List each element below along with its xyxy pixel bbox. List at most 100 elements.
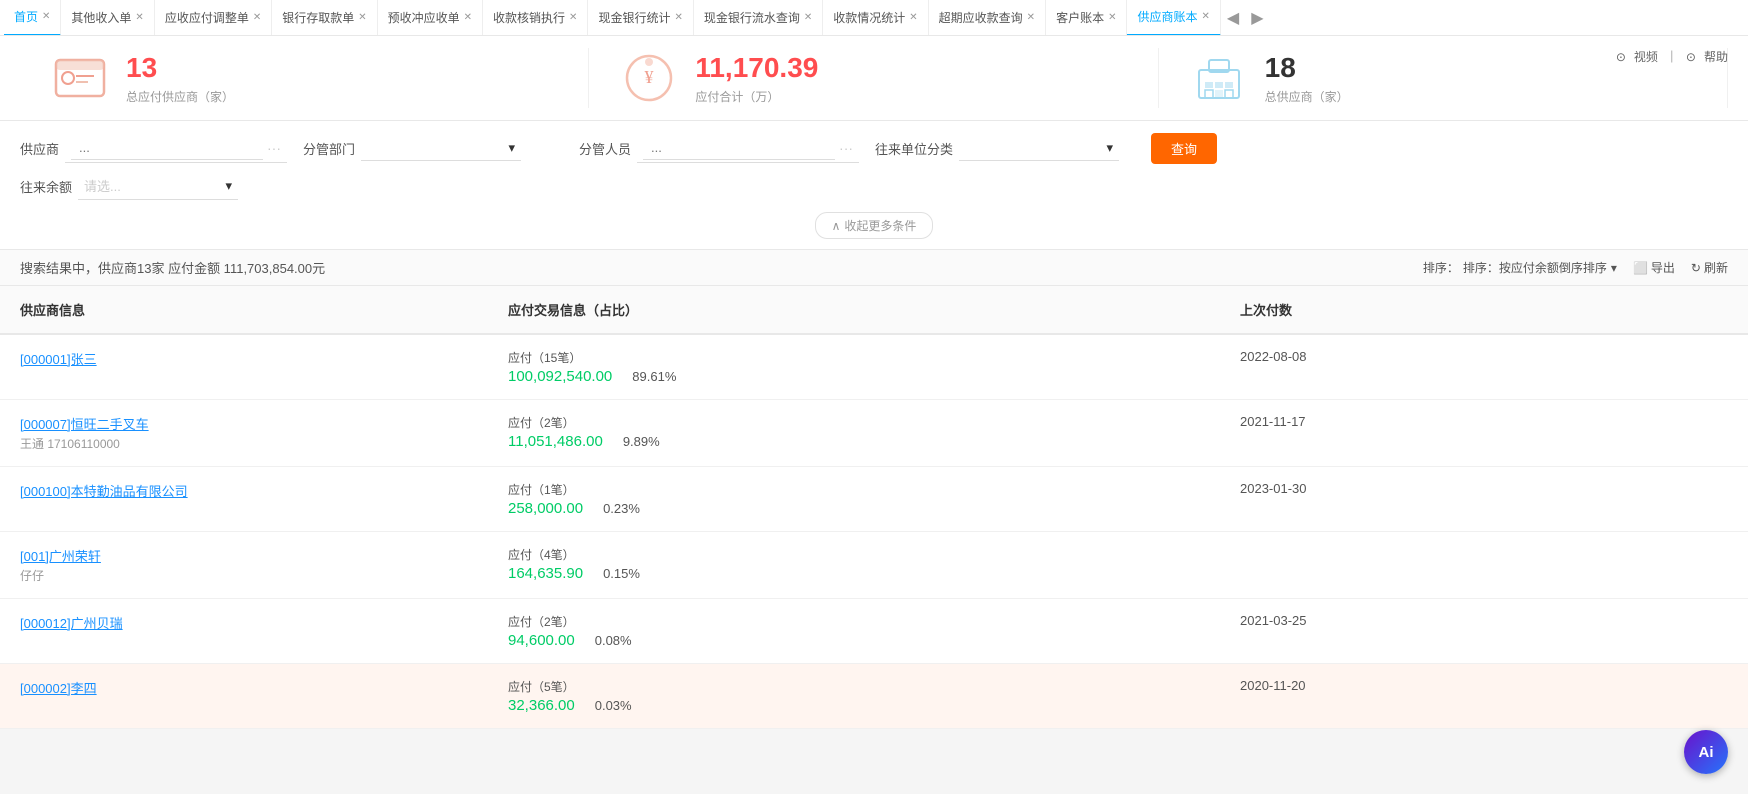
stat-info-payable-suppliers: 13 总应付供应商（家）	[126, 51, 234, 106]
stat-label-payable-suppliers: 总应付供应商（家）	[126, 88, 234, 105]
person-filter-dots[interactable]: ···	[839, 140, 853, 156]
nav-tab-bank-deposit-close[interactable]: ✕	[358, 12, 366, 23]
collapse-button[interactable]: ∧ 收起更多条件	[815, 212, 934, 239]
nav-tab-customer-account-label: 客户账本	[1056, 9, 1104, 26]
pay-amount-4[interactable]: 164,635.90	[508, 565, 583, 582]
dept-filter-select[interactable]: ▾	[361, 136, 521, 161]
category-dropdown-icon: ▾	[1107, 140, 1114, 156]
supplier-link-6[interactable]: [000002]李四	[20, 678, 508, 697]
nav-tab-customer-account-close[interactable]: ✕	[1108, 12, 1116, 23]
table-row: [000007]恒旺二手叉车 王通 17106110000 应付（2笔） 11,…	[0, 400, 1748, 467]
stat-block-payable-total: ¥ 11,170.39 应付合计（万）	[589, 48, 1158, 108]
nav-tab-ap-adjust-label: 应收应付调整单	[165, 9, 249, 26]
nav-tab-payment-stats-close[interactable]: ✕	[909, 12, 917, 23]
nav-tab-cash-bank-flow-close[interactable]: ✕	[804, 12, 812, 23]
filter-item-balance: 往来余额 请选... ▾	[20, 172, 280, 200]
nav-tab-advance-writeoff[interactable]: 预收冲应收单 ✕	[378, 0, 483, 36]
nav-tab-home-close[interactable]: ✕	[42, 11, 50, 22]
nav-tab-bank-deposit-label: 银行存取款单	[282, 9, 354, 26]
result-text: 搜索结果中，供应商13家 应付金额 111,703,854.00元	[20, 258, 325, 277]
pay-amount-5[interactable]: 94,600.00	[508, 632, 575, 649]
last-pay-date-3: 2023-01-30	[1240, 481, 1307, 496]
collapse-up-icon: ∧	[832, 219, 841, 233]
nav-tab-supplier-account[interactable]: 供应商账本 ✕	[1127, 0, 1220, 36]
nav-tab-ap-adjust[interactable]: 应收应付调整单 ✕	[155, 0, 272, 36]
supplier-info-cell-1: [000001]张三	[20, 345, 508, 372]
nav-tab-bank-deposit[interactable]: 银行存取款单 ✕	[272, 0, 377, 36]
filter-item-dept: 分管部门 ▾	[303, 136, 563, 161]
col-header-transaction: 应付交易信息（占比）	[508, 296, 1240, 323]
supplier-link-2[interactable]: [000007]恒旺二手叉车	[20, 414, 508, 433]
nav-tab-cash-bank-stats-close[interactable]: ✕	[674, 12, 682, 23]
transaction-cell-1: 应付（15笔） 100,092,540.00 89.61%	[508, 345, 1240, 389]
nav-next-arrow[interactable]: ▶	[1245, 8, 1269, 28]
collapse-button-label: 收起更多条件	[844, 217, 916, 234]
table-row: [000012]广州贝瑞 应付（2笔） 94,600.00 0.08% 2021…	[0, 599, 1748, 664]
nav-tab-payment-stats[interactable]: 收款情况统计 ✕	[823, 0, 928, 36]
nav-tab-payment-stats-label: 收款情况统计	[833, 9, 905, 26]
sort-value: 排序：按应付余额倒序排序	[1463, 259, 1607, 276]
sort-button[interactable]: 排序： 排序：按应付余额倒序排序 ▾	[1423, 259, 1617, 276]
total-suppliers-icon	[1189, 48, 1249, 108]
supplier-filter-dots[interactable]: ···	[267, 140, 281, 156]
ai-button[interactable]: Ai	[1684, 730, 1728, 774]
export-label: 导出	[1651, 259, 1675, 276]
table-row: [000001]张三 应付（15笔） 100,092,540.00 89.61%…	[0, 335, 1748, 400]
nav-tab-home[interactable]: 首页 ✕	[4, 0, 61, 36]
data-table: 供应商信息 应付交易信息（占比） 上次付数 [000001]张三 应付（15笔）…	[0, 286, 1748, 729]
video-link[interactable]: 视频	[1634, 48, 1658, 65]
pay-label-4: 应付（4笔）	[508, 546, 1240, 563]
supplier-info-cell-5: [000012]广州贝瑞	[20, 609, 508, 636]
transaction-cell-6: 应付（5笔） 32,366.00 0.03%	[508, 674, 1240, 718]
pay-percent-2: 9.89%	[623, 434, 660, 449]
divider: ｜	[1666, 48, 1678, 65]
nav-tab-customer-account[interactable]: 客户账本 ✕	[1046, 0, 1127, 36]
pay-percent-6: 0.03%	[595, 698, 632, 713]
nav-tab-cash-bank-flow[interactable]: 现金银行流水查询 ✕	[694, 0, 823, 36]
person-filter-input-box[interactable]: ···	[637, 134, 859, 163]
refresh-button[interactable]: ↻ 刷新	[1691, 259, 1728, 276]
nav-tab-other-income-close[interactable]: ✕	[135, 12, 143, 23]
query-button[interactable]: 查询	[1151, 133, 1217, 164]
nav-tab-cash-bank-stats[interactable]: 现金银行统计 ✕	[588, 0, 693, 36]
supplier-info-cell-3: [000100]本特勤油品有限公司	[20, 477, 508, 504]
pay-amount-6[interactable]: 32,366.00	[508, 697, 575, 714]
help-link[interactable]: 帮助	[1704, 48, 1728, 65]
last-pay-cell-6: 2020-11-20	[1240, 674, 1728, 697]
pay-amount-1[interactable]: 100,092,540.00	[508, 368, 612, 385]
nav-tab-overdue-ap[interactable]: 超期应收款查询 ✕	[929, 0, 1046, 36]
stat-info-total-suppliers: 18 总供应商（家）	[1265, 51, 1349, 106]
nav-tab-other-income[interactable]: 其他收入单 ✕	[61, 0, 154, 36]
nav-tab-payment-review[interactable]: 收款核销执行 ✕	[483, 0, 588, 36]
filter-row-1: 供应商 ··· 分管部门 ▾ 分管人员 ··· 往来单位分类	[20, 133, 1728, 164]
filter-row-2: 往来余额 请选... ▾	[20, 172, 1728, 200]
stat-label-payable-total: 应付合计（万）	[695, 88, 818, 105]
nav-tab-supplier-account-close[interactable]: ✕	[1201, 11, 1209, 22]
supplier-filter-input[interactable]	[71, 136, 263, 160]
pay-amount-3[interactable]: 258,000.00	[508, 500, 583, 517]
nav-tab-overdue-ap-close[interactable]: ✕	[1027, 12, 1035, 23]
balance-dropdown-icon: ▾	[225, 178, 232, 194]
nav-tab-advance-writeoff-close[interactable]: ✕	[464, 12, 472, 23]
nav-prev-arrow[interactable]: ◀	[1221, 8, 1245, 28]
nav-tab-advance-writeoff-label: 预收冲应收单	[388, 9, 460, 26]
category-filter-select[interactable]: ▾	[959, 136, 1119, 161]
balance-filter-select[interactable]: 请选... ▾	[78, 172, 238, 200]
payable-total-icon: ¥	[619, 48, 679, 108]
last-pay-date-5: 2021-03-25	[1240, 613, 1307, 628]
result-bar: 搜索结果中，供应商13家 应付金额 111,703,854.00元 排序： 排序…	[0, 250, 1748, 286]
pay-percent-3: 0.23%	[603, 501, 640, 516]
top-navigation: 首页 ✕ 其他收入单 ✕ 应收应付调整单 ✕ 银行存取款单 ✕ 预收冲应收单 ✕…	[0, 0, 1748, 36]
pay-amount-2[interactable]: 11,051,486.00	[508, 433, 603, 450]
nav-tab-payment-review-close[interactable]: ✕	[569, 12, 577, 23]
table-row: [000002]李四 应付（5笔） 32,366.00 0.03% 2020-1…	[0, 664, 1748, 729]
supplier-link-3[interactable]: [000100]本特勤油品有限公司	[20, 481, 508, 500]
person-filter-input[interactable]	[643, 136, 835, 160]
nav-tab-ap-adjust-close[interactable]: ✕	[253, 12, 261, 23]
supplier-link-1[interactable]: [000001]张三	[20, 349, 508, 368]
supplier-link-4[interactable]: [001]广州荣轩	[20, 546, 508, 565]
supplier-link-5[interactable]: [000012]广州贝瑞	[20, 613, 508, 632]
export-button[interactable]: ⬜ 导出	[1633, 259, 1675, 276]
supplier-filter-input-box[interactable]: ···	[65, 134, 287, 163]
last-pay-cell-2: 2021-11-17	[1240, 410, 1728, 433]
